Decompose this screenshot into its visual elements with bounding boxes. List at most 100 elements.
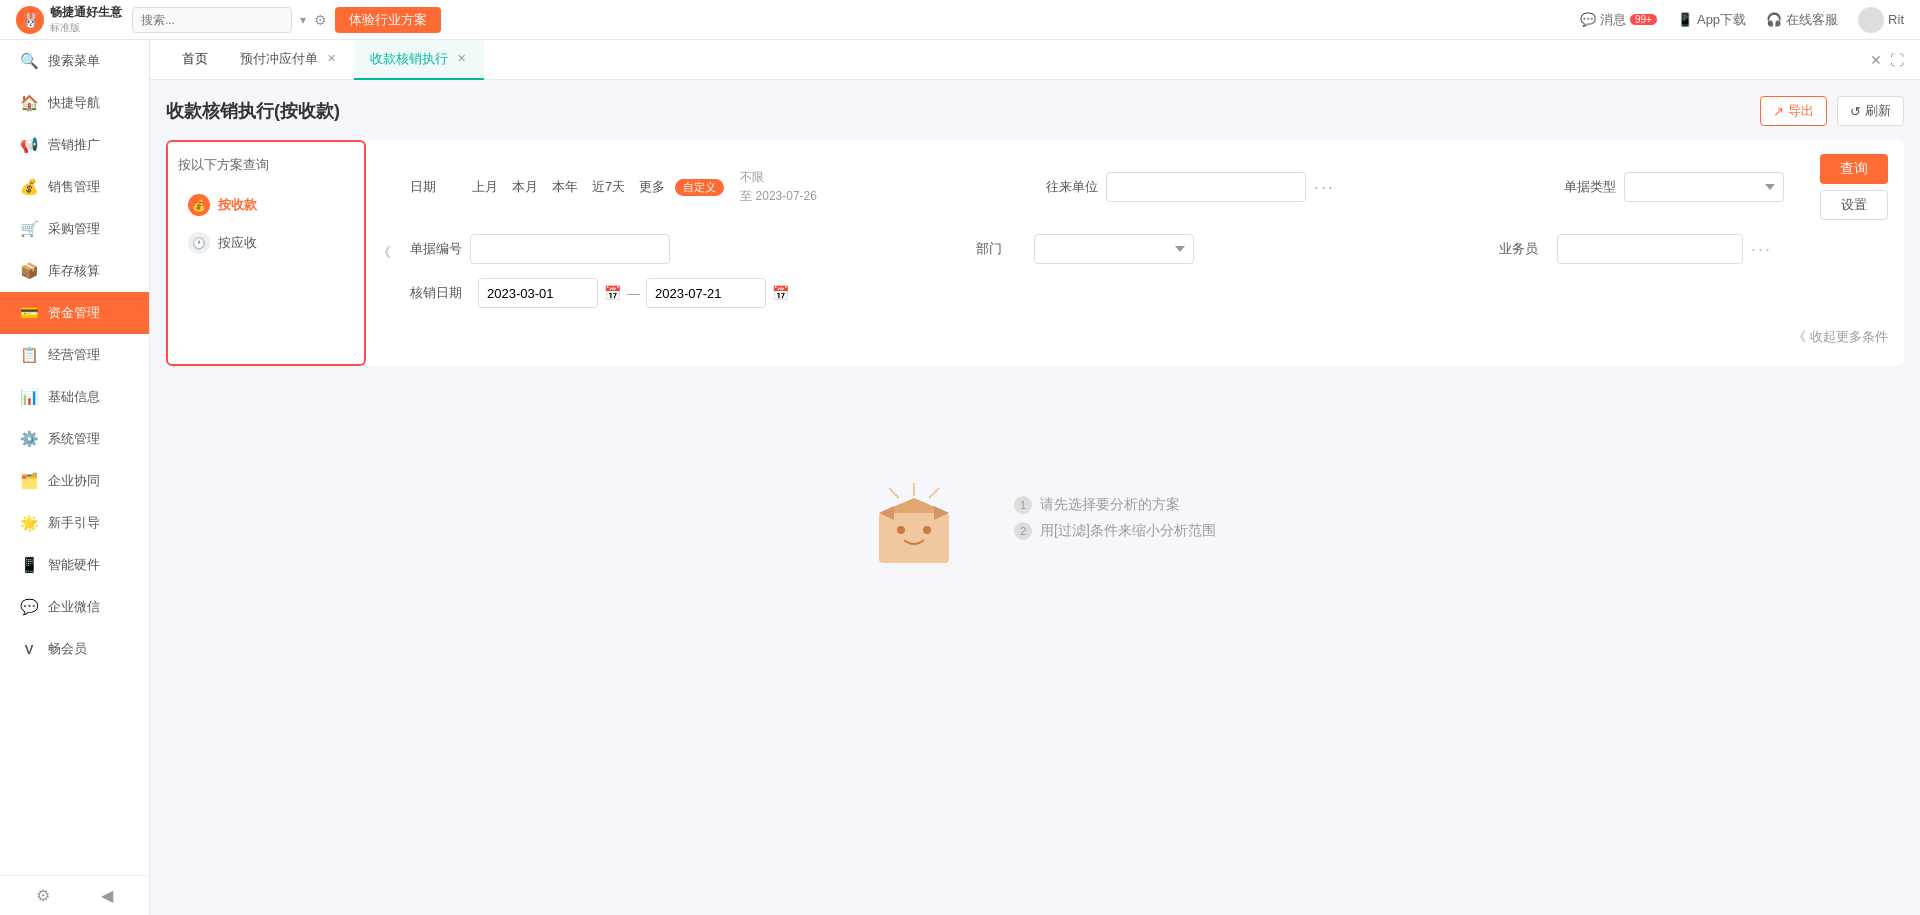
collapse-more-button[interactable]: 《 收起更多条件 xyxy=(1793,328,1888,346)
tab-receive-writeoff-close[interactable]: ✕ xyxy=(454,52,468,66)
sales-icon: 💰 xyxy=(20,178,38,196)
refresh-button[interactable]: ↺ 刷新 xyxy=(1837,96,1904,126)
solution-button[interactable]: 体验行业方案 xyxy=(335,7,441,33)
online-service-label: 在线客服 xyxy=(1786,11,1838,29)
basic-icon: 📊 xyxy=(20,388,38,406)
purchase-icon: 🛒 xyxy=(20,220,38,238)
export-button[interactable]: ↗ 导出 xyxy=(1760,96,1827,126)
page-header: 收款核销执行(按收款) ↗ 导出 ↺ 刷新 xyxy=(166,96,1904,126)
tab-receive-writeoff[interactable]: 收款核销执行 ✕ xyxy=(354,40,484,80)
partner-label: 往来单位 xyxy=(1046,178,1098,196)
filter-option-by-receipt[interactable]: 💰 按收款 xyxy=(178,186,354,224)
sidebar: 🔍 搜索菜单 🏠 快捷导航 📢 营销推广 💰 销售管理 🛒 采购管理 📦 库存核… xyxy=(0,40,150,915)
topbar-dropdown-icon[interactable]: ▾ xyxy=(300,13,306,27)
filter-field-date: 日期 上月 本月 本年 近7天 更多 自定义 xyxy=(410,169,817,205)
sidebar-item-basic[interactable]: 📊 基础信息 xyxy=(0,376,149,418)
writeoff-start-calendar-icon[interactable]: 📅 xyxy=(604,285,621,301)
sidebar-item-marketing[interactable]: 📢 营销推广 xyxy=(0,124,149,166)
tab-prepay-close[interactable]: ✕ xyxy=(324,52,338,66)
action-btns: 查询 设置 xyxy=(1820,154,1888,220)
query-button[interactable]: 查询 xyxy=(1820,154,1888,184)
filter-row-3: 核销日期 📅 — 📅 xyxy=(410,278,1888,308)
writeoff-date-start[interactable] xyxy=(478,278,598,308)
date-shortcut-more[interactable]: 更多 xyxy=(635,176,669,198)
guide-icon: 🌟 xyxy=(20,514,38,532)
tab-close-all-icon[interactable]: ✕ xyxy=(1870,52,1882,68)
sidebar-collapse-icon[interactable]: ◀ xyxy=(101,886,113,905)
sidebar-item-purchase[interactable]: 🛒 采购管理 xyxy=(0,208,149,250)
doc-type-select[interactable] xyxy=(1624,172,1784,202)
topbar-search-input[interactable] xyxy=(132,7,292,33)
date-shortcuts: 上月 本月 本年 近7天 更多 自定义 xyxy=(468,176,724,198)
user-info[interactable]: Rit xyxy=(1858,7,1904,33)
staff-input[interactable] xyxy=(1557,234,1743,264)
writeoff-date-end[interactable] xyxy=(646,278,766,308)
sidebar-item-member[interactable]: V 畅会员 xyxy=(0,628,149,670)
filter-option-by-receivable[interactable]: 🕐 按应收 xyxy=(178,224,354,262)
sidebar-item-quick-nav[interactable]: 🏠 快捷导航 xyxy=(0,82,149,124)
partner-more-icon[interactable]: ··· xyxy=(1314,177,1335,198)
date-shortcut-this-year[interactable]: 本年 xyxy=(548,176,582,198)
main-layout: 🔍 搜索菜单 🏠 快捷导航 📢 营销推广 💰 销售管理 🛒 采购管理 📦 库存核… xyxy=(0,40,1920,915)
sidebar-item-search[interactable]: 🔍 搜索菜单 xyxy=(0,40,149,82)
online-service-item[interactable]: 🎧 在线客服 xyxy=(1766,11,1838,29)
doc-no-input[interactable] xyxy=(470,234,670,264)
date-shortcut-this-month[interactable]: 本月 xyxy=(508,176,542,198)
sidebar-item-guide[interactable]: 🌟 新手引导 xyxy=(0,502,149,544)
date-custom-tag[interactable]: 自定义 xyxy=(675,179,724,196)
staff-more-icon[interactable]: ··· xyxy=(1751,239,1772,260)
sidebar-item-sales[interactable]: 💰 销售管理 xyxy=(0,166,149,208)
tab-prepay[interactable]: 预付冲应付单 ✕ xyxy=(224,40,354,80)
headset-icon: 🎧 xyxy=(1766,12,1782,27)
empty-hint-1: 1 请先选择要分析的方案 xyxy=(1014,496,1216,514)
filter-panel-wrapper: 按以下方案查询 💰 按收款 🕐 按应收 《 xyxy=(166,140,1904,366)
app-download-label: App下载 xyxy=(1697,11,1746,29)
tab-home[interactable]: 首页 xyxy=(166,40,224,80)
sidebar-label-sales: 销售管理 xyxy=(48,178,100,196)
dept-select[interactable] xyxy=(1034,234,1194,264)
hint-text-1: 请先选择要分析的方案 xyxy=(1040,496,1180,514)
settings-button[interactable]: 设置 xyxy=(1820,190,1888,220)
export-label: 导出 xyxy=(1788,102,1814,120)
messages-badge: 99+ xyxy=(1630,14,1657,25)
sidebar-item-system[interactable]: ⚙️ 系统管理 xyxy=(0,418,149,460)
messages-item[interactable]: 💬 消息 99+ xyxy=(1580,11,1657,29)
dept-label: 部门 xyxy=(976,240,1026,258)
user-avatar xyxy=(1858,7,1884,33)
tab-fullscreen-icon[interactable]: ⛶ xyxy=(1890,52,1904,68)
filter-field-writeoff-date: 核销日期 📅 — 📅 xyxy=(410,278,789,308)
by-receipt-label: 按收款 xyxy=(218,196,257,214)
writeoff-date-label: 核销日期 xyxy=(410,284,470,302)
sidebar-item-smart[interactable]: 📱 智能硬件 xyxy=(0,544,149,586)
empty-illustration xyxy=(854,458,974,578)
topbar-gear-icon[interactable]: ⚙ xyxy=(314,12,327,28)
empty-hints: 1 请先选择要分析的方案 2 用[过滤]条件来缩小分析范围 xyxy=(1014,496,1216,540)
filter-panel-title: 按以下方案查询 xyxy=(178,156,354,174)
sidebar-settings-icon[interactable]: ⚙ xyxy=(36,886,50,905)
app-download-item[interactable]: 📱 App下载 xyxy=(1677,11,1746,29)
date-dash: — xyxy=(627,286,640,301)
partner-input[interactable] xyxy=(1106,172,1306,202)
system-icon: ⚙️ xyxy=(20,430,38,448)
sidebar-item-enterprise[interactable]: 🗂️ 企业协同 xyxy=(0,460,149,502)
refresh-label: 刷新 xyxy=(1865,102,1891,120)
sidebar-label-basic: 基础信息 xyxy=(48,388,100,406)
date-shortcut-last-month[interactable]: 上月 xyxy=(468,176,502,198)
sidebar-item-wechat[interactable]: 💬 企业微信 xyxy=(0,586,149,628)
svg-line-8 xyxy=(929,488,939,498)
svg-point-4 xyxy=(897,526,905,534)
by-receivable-label: 按应收 xyxy=(218,234,257,252)
sidebar-item-inventory[interactable]: 📦 库存核算 xyxy=(0,250,149,292)
date-shortcut-7days[interactable]: 近7天 xyxy=(588,176,629,198)
filter-collapse-sidebar-btn[interactable]: 《 xyxy=(374,140,394,366)
sidebar-label-search: 搜索菜单 xyxy=(48,52,100,70)
sidebar-item-finance[interactable]: 💳 资金管理 xyxy=(0,292,149,334)
wechat-icon: 💬 xyxy=(20,598,38,616)
writeoff-end-calendar-icon[interactable]: 📅 xyxy=(772,285,789,301)
staff-label: 业务员 xyxy=(1499,240,1549,258)
sidebar-label-marketing: 营销推广 xyxy=(48,136,100,154)
collapse-more-icon: 《 xyxy=(1793,328,1806,346)
sidebar-item-business[interactable]: 📋 经营管理 xyxy=(0,334,149,376)
sidebar-label-enterprise: 企业协同 xyxy=(48,472,100,490)
tab-prepay-label: 预付冲应付单 xyxy=(240,50,318,68)
